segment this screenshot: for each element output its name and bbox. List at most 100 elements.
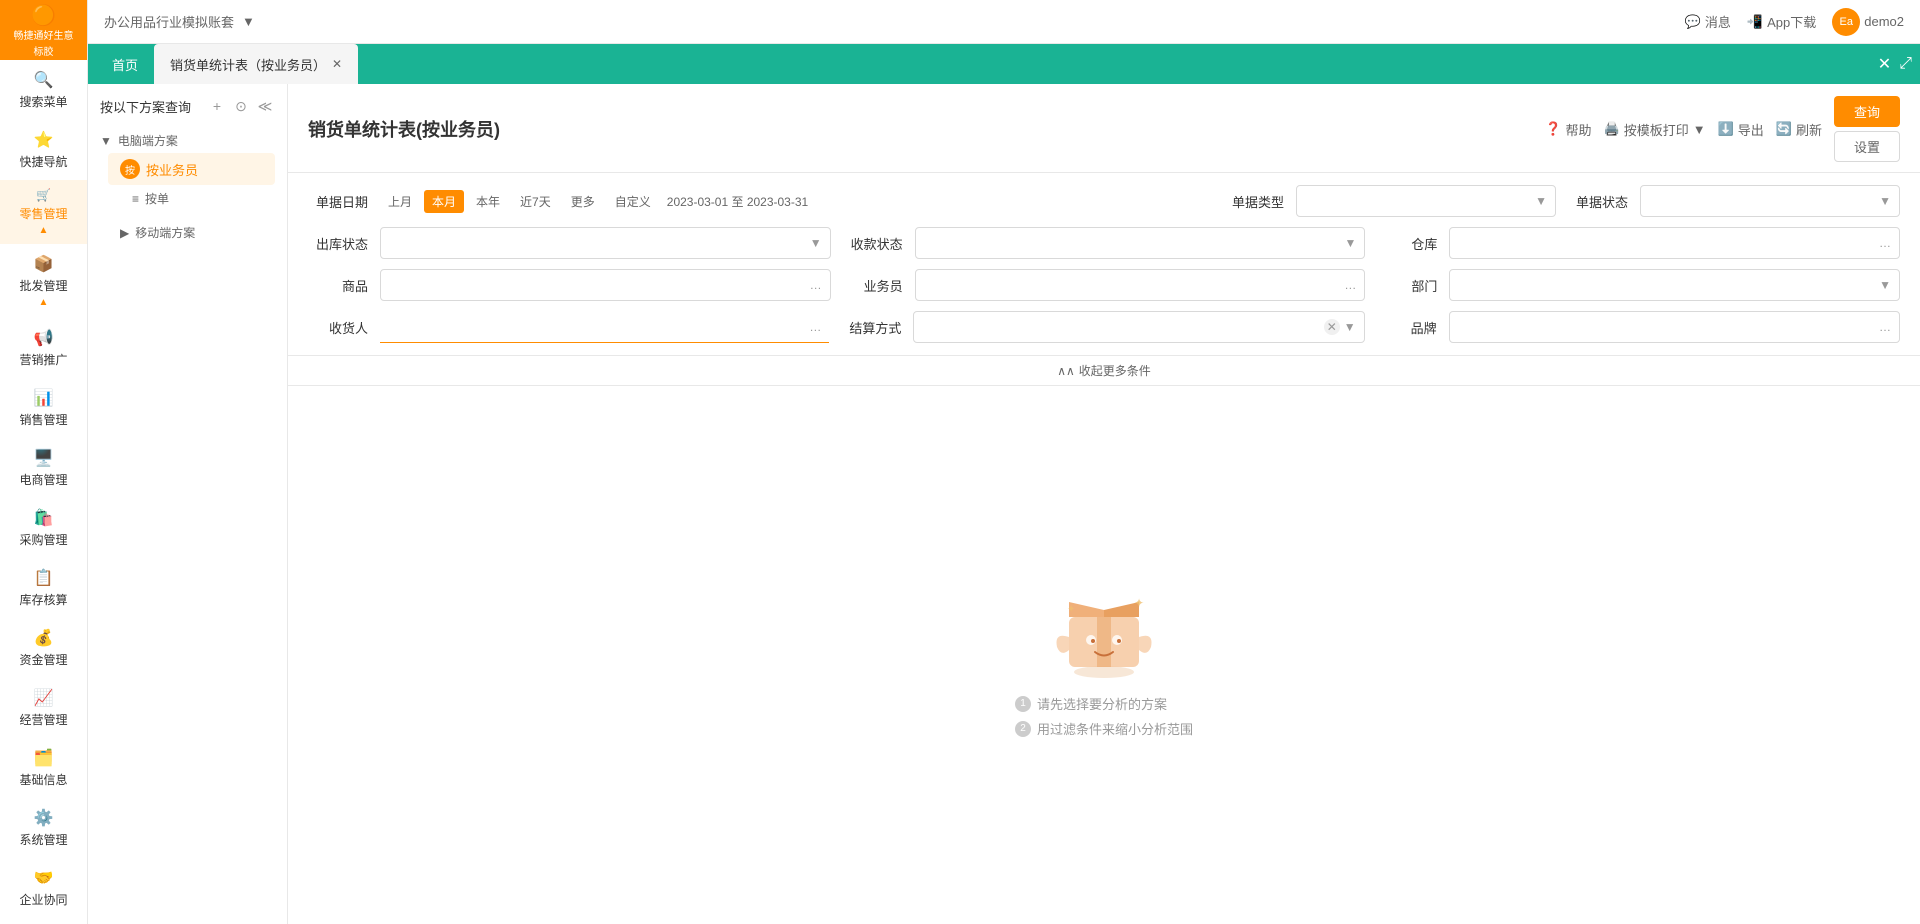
- sidebar-newuser[interactable]: 🆕 新手引导: [0, 918, 87, 924]
- plan-group-mobile[interactable]: ▶ 移动端方案: [108, 220, 275, 245]
- settlement-clear-icon[interactable]: ✕: [1324, 319, 1340, 335]
- department-filter[interactable]: ▼: [1449, 269, 1900, 301]
- date-tab-more[interactable]: 更多: [563, 190, 603, 213]
- receipt-status-filter[interactable]: ▼: [915, 227, 1366, 259]
- breadcrumb-arrow[interactable]: ▼: [242, 14, 255, 29]
- date-tab-thismonth[interactable]: 本月: [424, 190, 464, 213]
- out-status-filter[interactable]: ▼: [380, 227, 831, 259]
- quicknav-label: 快捷导航: [19, 153, 67, 170]
- tab-bar-expand-icon[interactable]: ⤢: [1899, 55, 1912, 73]
- sidebar-retail[interactable]: 🛒 零售管理 ▲: [0, 180, 87, 244]
- sidebar-wholesale[interactable]: 📦 批发管理 ▲: [0, 244, 87, 318]
- sidebar-sales[interactable]: 📊 销售管理: [0, 378, 87, 438]
- warehouse-filter[interactable]: …: [1449, 227, 1900, 259]
- sidebar-operation[interactable]: 📈 经营管理: [0, 678, 87, 738]
- sidebar-basic[interactable]: 🗂️ 基础信息: [0, 738, 87, 798]
- date-tab-custom[interactable]: 自定义: [607, 190, 659, 213]
- system-label: 系统管理: [19, 831, 67, 848]
- plan-item-salesperson[interactable]: 按 按业务员: [108, 153, 275, 185]
- collapse-row: ∧∧ 收起更多条件: [288, 356, 1920, 386]
- sidebar-marketing[interactable]: 📢 营销推广: [0, 318, 87, 378]
- plan-group-desktop[interactable]: ▼ 电脑端方案: [100, 128, 275, 153]
- sidebar-ecommerce[interactable]: 🖥️ 电商管理: [0, 438, 87, 498]
- date-tab-thisyear[interactable]: 本年: [468, 190, 508, 213]
- plan-group-label: 电脑端方案: [118, 132, 178, 149]
- plan-item-label: 按业务员: [146, 160, 198, 179]
- help-button[interactable]: ❓ 帮助: [1545, 120, 1591, 139]
- query-button[interactable]: 查询: [1834, 96, 1900, 127]
- print-button[interactable]: 🖨️ 按模板打印 ▼: [1604, 120, 1706, 139]
- settings-button[interactable]: 设置: [1834, 131, 1900, 162]
- date-filter: 上月 本月 本年 近7天 更多 自定义 2023-03-01 至 2023-03…: [380, 190, 1212, 213]
- app-download-button[interactable]: 📲 App下载: [1747, 12, 1816, 31]
- filter-row-2: 出库状态 ▼ 收款状态 ▼ 仓库 …: [308, 227, 1900, 259]
- sidebar-finance[interactable]: 💰 资金管理: [0, 618, 87, 678]
- message-button[interactable]: 💬 消息: [1685, 12, 1731, 31]
- tip-text-2: 用过滤条件来缩小分析范围: [1037, 719, 1193, 738]
- settlement-label: 结算方式: [841, 318, 901, 337]
- tab-home[interactable]: 首页: [96, 44, 154, 84]
- tab-report-label: 销货单统计表（按业务员）: [170, 55, 326, 74]
- settlement-dropdown-icon: ▼: [1344, 320, 1356, 334]
- tab-close-icon[interactable]: ✕: [332, 57, 342, 71]
- doc-status-filter[interactable]: ▼: [1640, 185, 1900, 217]
- finance-label: 资金管理: [19, 651, 67, 668]
- receiver-label: 收货人: [308, 318, 368, 337]
- page-actions: ❓ 帮助 🖨️ 按模板打印 ▼ ⬇️ 导出 �: [1545, 96, 1900, 162]
- date-tab-lastmonth[interactable]: 上月: [380, 190, 420, 213]
- doc-type-filter[interactable]: ▼: [1296, 185, 1556, 217]
- goods-label: 商品: [308, 276, 368, 295]
- department-label: 部门: [1377, 276, 1437, 295]
- tab-report[interactable]: 销货单统计表（按业务员） ✕: [154, 44, 358, 84]
- collapse-button[interactable]: ∧∧ 收起更多条件: [1057, 362, 1151, 379]
- sales-label: 销售管理: [19, 411, 67, 428]
- sidebar-search[interactable]: 🔍 搜索菜单: [0, 60, 87, 120]
- wholesale-label: 批发管理: [19, 277, 67, 294]
- export-icon: ⬇️: [1718, 121, 1734, 137]
- user-menu[interactable]: Ea demo2: [1832, 8, 1904, 36]
- top-bar: 办公用品行业模拟账套 ▼ 💬 消息 📲 App下载 Ea demo2: [88, 0, 1920, 44]
- collapse-panel-button[interactable]: ≪: [255, 96, 275, 116]
- marketing-label: 营销推广: [19, 351, 67, 368]
- page-area: 按以下方案查询 + ⊙ ≪ ▼ 电脑端方案 按 按业务员 ≡ 按: [88, 84, 1920, 924]
- tab-bar-close-icon[interactable]: ✕: [1878, 54, 1891, 74]
- sales-icon: 📊: [34, 388, 54, 408]
- mobile-plan-arrow: ▶: [120, 226, 129, 240]
- app-logo: 🟠 畅捷通好生意 标胶: [0, 0, 88, 60]
- receiver-filter[interactable]: …: [380, 311, 829, 343]
- empty-illustration: ✦ ✦: [1049, 572, 1159, 682]
- refresh-button[interactable]: 🔄 刷新: [1776, 120, 1822, 139]
- marketing-icon: 📢: [34, 328, 54, 348]
- add-plan-button[interactable]: +: [207, 96, 227, 116]
- page-title-row: 销货单统计表(按业务员) ❓ 帮助 🖨️ 按模板打印 ▼ ⬇️: [308, 96, 1900, 172]
- right-panel: 销货单统计表(按业务员) ❓ 帮助 🖨️ 按模板打印 ▼ ⬇️: [288, 84, 1920, 924]
- salesperson-more-icon: …: [1344, 278, 1356, 292]
- enterprise-icon: 🤝: [34, 868, 54, 888]
- date-tab-7days[interactable]: 近7天: [512, 190, 559, 213]
- sidebar-enterprise[interactable]: 🤝 企业协同: [0, 858, 87, 918]
- goods-more-icon: …: [810, 278, 822, 292]
- salesperson-filter[interactable]: …: [915, 269, 1366, 301]
- collapse-label: 收起更多条件: [1079, 362, 1151, 379]
- left-panel-header: 按以下方案查询 + ⊙ ≪: [88, 96, 287, 124]
- settlement-filter[interactable]: ✕ ▼: [913, 311, 1364, 343]
- plan-sub-item-order[interactable]: ≡ 按单: [108, 185, 275, 212]
- empty-state: ✦ ✦ 1 请先选择要分析的方案 2 用过滤条件来缩小分析范围: [288, 386, 1920, 924]
- purchase-label: 采购管理: [19, 531, 67, 548]
- sidebar-inventory[interactable]: 📋 库存核算: [0, 558, 87, 618]
- page-title: 销货单统计表(按业务员): [308, 116, 500, 142]
- sidebar-purchase[interactable]: 🛍️ 采购管理: [0, 498, 87, 558]
- filter-area: 单据日期 上月 本月 本年 近7天 更多 自定义 2023-03-01 至 20…: [288, 173, 1920, 356]
- brand-more-icon: …: [1879, 320, 1891, 334]
- plan-section: ▼ 电脑端方案 按 按业务员 ≡ 按单 ▶ 移动端方案: [88, 124, 287, 249]
- export-button[interactable]: ⬇️ 导出: [1718, 120, 1764, 139]
- goods-filter[interactable]: …: [380, 269, 831, 301]
- sidebar-quicknav[interactable]: ⭐ 快捷导航: [0, 120, 87, 180]
- salesperson-label: 业务员: [843, 276, 903, 295]
- sidebar-system[interactable]: ⚙️ 系统管理: [0, 798, 87, 858]
- inventory-icon: 📋: [34, 568, 54, 588]
- edit-plan-button[interactable]: ⊙: [231, 96, 251, 116]
- brand-filter[interactable]: …: [1449, 311, 1900, 343]
- plan-sub-label: 按单: [145, 190, 169, 207]
- user-name: demo2: [1864, 14, 1904, 29]
